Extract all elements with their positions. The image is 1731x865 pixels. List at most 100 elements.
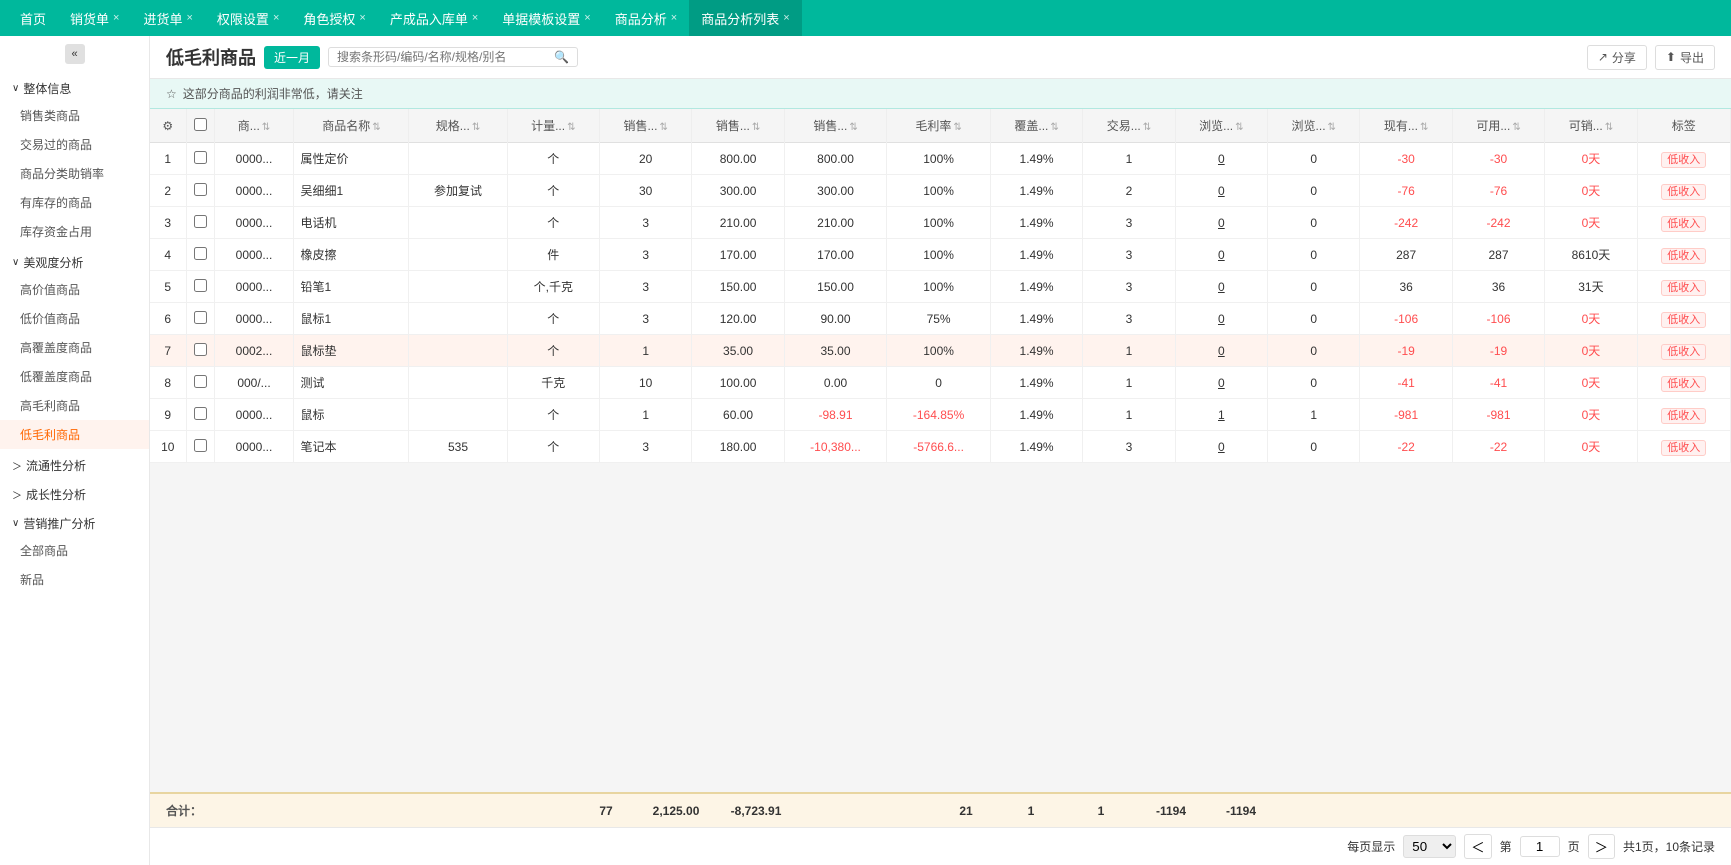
prev-page-button[interactable]: ＜ (1464, 834, 1491, 859)
row-checkbox[interactable] (194, 247, 207, 260)
nav-item-home[interactable]: 首页 (8, 0, 58, 36)
td-checkbox[interactable] (186, 207, 214, 239)
sidebar-item-high-margin[interactable]: 高毛利商品 (0, 391, 149, 420)
td-checkbox[interactable] (186, 239, 214, 271)
td-browse1[interactable]: 0 (1175, 207, 1267, 239)
close-icon[interactable]: × (113, 12, 119, 24)
td-coverage: 1.49% (990, 207, 1082, 239)
nav-item-templates[interactable]: 单据模板设置 × (490, 0, 602, 36)
row-checkbox[interactable] (194, 279, 207, 292)
sidebar-item-all-goods[interactable]: 全部商品 (0, 536, 149, 565)
td-checkbox[interactable] (186, 367, 214, 399)
td-saleable: 31天 (1545, 271, 1637, 303)
td-name: 铅笔1 (294, 271, 409, 303)
td-browse1[interactable]: 0 (1175, 367, 1267, 399)
td-browse1[interactable]: 0 (1175, 175, 1267, 207)
col-settings[interactable]: ⚙ (150, 109, 186, 143)
td-spec (409, 271, 507, 303)
row-checkbox[interactable] (194, 183, 207, 196)
td-browse1[interactable]: 0 (1175, 143, 1267, 175)
share-button[interactable]: ↗ 分享 (1587, 45, 1647, 70)
search-icon[interactable]: 🔍 (554, 50, 569, 64)
td-current-stock: -19 (1360, 335, 1452, 367)
time-filter-button[interactable]: 近一月 (264, 46, 320, 69)
row-checkbox[interactable] (194, 215, 207, 228)
page-input[interactable] (1520, 836, 1560, 857)
td-checkbox[interactable] (186, 431, 214, 463)
sidebar-group-circulation[interactable]: ＞ 流通性分析 (0, 449, 149, 478)
td-tag: 低收入 (1637, 335, 1730, 367)
td-coverage: 1.49% (990, 175, 1082, 207)
td-browse1[interactable]: 0 (1175, 431, 1267, 463)
table-container: ⚙ 商...⇅ 商品名称⇅ 规格...⇅ 计量...⇅ 销售...⇅ 销售...… (150, 109, 1731, 792)
td-checkbox[interactable] (186, 335, 214, 367)
sidebar-item-low-value[interactable]: 低价值商品 (0, 304, 149, 333)
nav-item-products[interactable]: 产成品入库单 × (378, 0, 490, 36)
total-label: 页 (1568, 838, 1580, 855)
td-current-stock: 36 (1360, 271, 1452, 303)
td-sales-price: 800.00 (692, 143, 784, 175)
sidebar-group-growth[interactable]: ＞ 成长性分析 (0, 478, 149, 507)
sidebar-collapse-btn[interactable]: « (65, 44, 85, 64)
td-transaction: 1 (1083, 143, 1175, 175)
sidebar-item-high-coverage[interactable]: 高覆盖度商品 (0, 333, 149, 362)
nav-item-permissions[interactable]: 权限设置 × (205, 0, 291, 36)
close-icon[interactable]: × (359, 12, 365, 24)
row-checkbox[interactable] (194, 311, 207, 324)
per-page-select[interactable]: 50 100 200 (1403, 835, 1456, 858)
close-icon[interactable]: × (273, 12, 279, 24)
row-checkbox[interactable] (194, 375, 207, 388)
nav-item-sales[interactable]: 销货单 × (58, 0, 131, 36)
sidebar-item-sales-goods[interactable]: 销售类商品 (0, 101, 149, 130)
tag-badge: 低收入 (1661, 216, 1706, 232)
td-sales-amount: 35.00 (784, 335, 887, 367)
nav-item-roles[interactable]: 角色授权 × (291, 0, 377, 36)
sidebar-group-aesthetics[interactable]: ∨ 美观度分析 (0, 246, 149, 275)
td-checkbox[interactable] (186, 175, 214, 207)
row-checkbox[interactable] (194, 343, 207, 356)
sidebar-item-low-coverage[interactable]: 低覆盖度商品 (0, 362, 149, 391)
nav-item-analysis[interactable]: 商品分析 × (603, 0, 689, 36)
td-browse1[interactable]: 1 (1175, 399, 1267, 431)
td-browse1[interactable]: 0 (1175, 239, 1267, 271)
td-browse1[interactable]: 0 (1175, 271, 1267, 303)
select-all-checkbox[interactable] (194, 118, 207, 131)
nav-item-purchase[interactable]: 进货单 × (131, 0, 204, 36)
sidebar-group-marketing[interactable]: ∨ 营销推广分析 (0, 507, 149, 536)
close-icon[interactable]: × (584, 12, 590, 24)
td-browse1[interactable]: 0 (1175, 335, 1267, 367)
tag-badge: 低收入 (1661, 344, 1706, 360)
td-checkbox[interactable] (186, 271, 214, 303)
sidebar-group-overall[interactable]: ∨ 整体信息 (0, 72, 149, 101)
close-icon[interactable]: × (472, 12, 478, 24)
close-icon[interactable]: × (783, 12, 789, 24)
tag-badge: 低收入 (1661, 152, 1706, 168)
sidebar-item-in-stock[interactable]: 有库存的商品 (0, 188, 149, 217)
nav-item-analysis-list[interactable]: 商品分析列表 × (689, 0, 801, 36)
td-saleable: 0天 (1545, 207, 1637, 239)
td-name: 吴细细1 (294, 175, 409, 207)
td-sales-amount: -10,380... (784, 431, 887, 463)
sidebar-item-new-goods[interactable]: 新品 (0, 565, 149, 594)
td-checkbox[interactable] (186, 399, 214, 431)
next-page-button[interactable]: ＞ (1588, 834, 1615, 859)
sidebar-item-category-rate[interactable]: 商品分类助销率 (0, 159, 149, 188)
close-icon[interactable]: × (186, 12, 192, 24)
row-checkbox[interactable] (194, 407, 207, 420)
sidebar-item-stock-capital[interactable]: 库存资金占用 (0, 217, 149, 246)
close-icon[interactable]: × (671, 12, 677, 24)
sidebar-item-traded-goods[interactable]: 交易过的商品 (0, 130, 149, 159)
td-unit: 千克 (507, 367, 599, 399)
td-spec (409, 399, 507, 431)
table-row: 9 0000... 鼠标 个 1 60.00 -98.91 -164.85% 1… (150, 399, 1731, 431)
search-input[interactable] (337, 50, 554, 64)
sidebar-item-low-margin[interactable]: 低毛利商品 (0, 420, 149, 449)
sidebar-item-high-value[interactable]: 高价值商品 (0, 275, 149, 304)
td-checkbox[interactable] (186, 143, 214, 175)
export-button[interactable]: ⬆ 导出 (1655, 45, 1715, 70)
row-checkbox[interactable] (194, 151, 207, 164)
row-checkbox[interactable] (194, 439, 207, 452)
footer-transaction: 21 (936, 804, 996, 818)
td-checkbox[interactable] (186, 303, 214, 335)
td-browse1[interactable]: 0 (1175, 303, 1267, 335)
